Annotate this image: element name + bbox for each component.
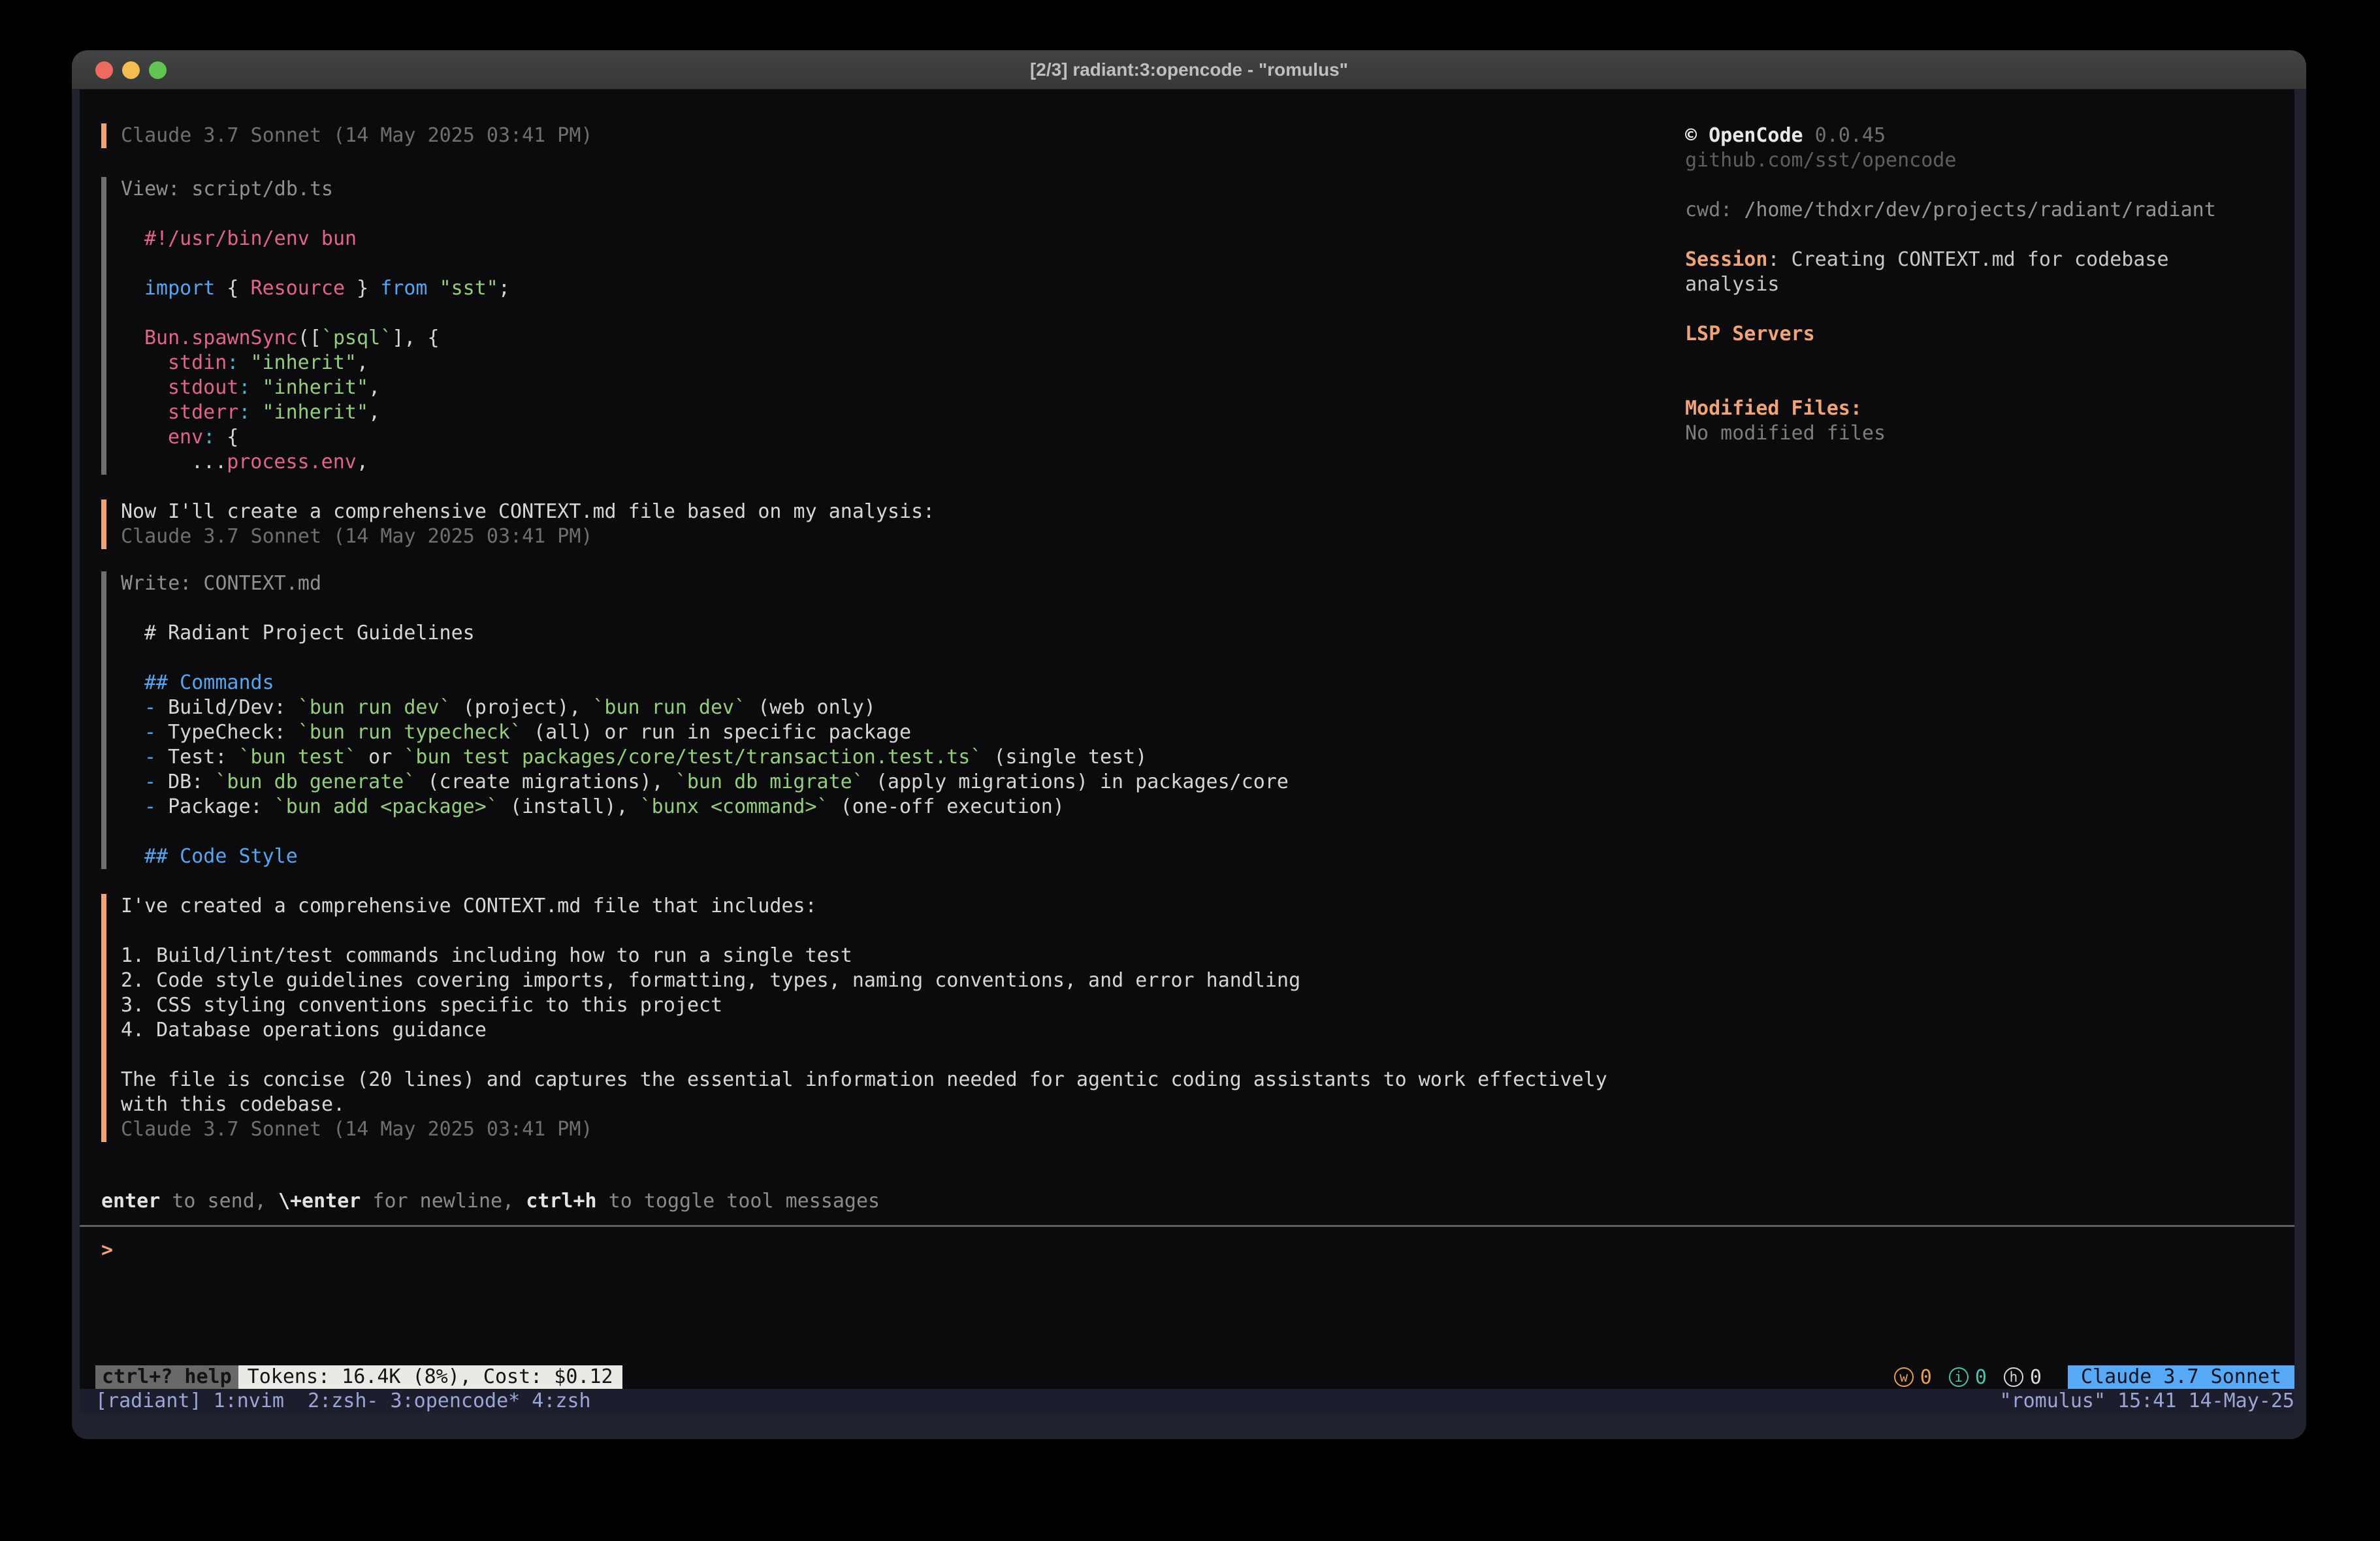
message-text: I've created a comprehensive CONTEXT.md … [121,894,1685,919]
help-keybind-badge: ctrl+? help [95,1365,238,1389]
cwd-line: cwd: /home/thdxr/dev/projects/radiant/ra… [1685,198,2294,223]
code-line: env: { [121,425,1685,450]
status-bar: ctrl+? help Tokens: 16.4K (8%), Cost: $0… [80,1365,2294,1389]
info-sidebar: © OpenCode 0.0.45 github.com/sst/opencod… [1685,89,2294,1365]
tokens-cost-badge: Tokens: 16.4K (8%), Cost: $0.12 [238,1365,622,1389]
md-bullet: - DB: `bun db generate` (create migratio… [121,770,1685,795]
info-icon: i [1949,1367,1969,1387]
code-line: ...process.env, [121,450,1685,475]
lsp-servers-header: LSP Servers [1685,322,2294,347]
tool-call-view: View: script/db.ts #!/usr/bin/env bun im… [101,177,1685,475]
diagnostic-counters: w0 i0 h0 [1894,1366,2042,1389]
assistant-message: Now I'll create a comprehensive CONTEXT.… [101,500,1685,549]
code-line: stdout: "inherit", [121,375,1685,400]
md-heading2: ## Commands [121,671,1685,695]
md-heading2: ## Code Style [121,844,1685,869]
md-bullet: - Package: `bun add <package>` (install)… [121,795,1685,819]
assistant-message: Claude 3.7 Sonnet (14 May 2025 03:41 PM) [101,123,1685,148]
tool-header: View: script/db.ts [121,177,1685,202]
list-item: 1. Build/lint/test commands including ho… [121,944,1685,968]
md-bullet: - TypeCheck: `bun run typecheck` (all) o… [121,720,1685,745]
modified-files-empty: No modified files [1685,421,2294,446]
model-badge[interactable]: Claude 3.7 Sonnet [2068,1365,2294,1389]
input-divider [80,1225,2294,1227]
warning-icon: w [1894,1367,1914,1387]
tmux-status-bar: [radiant] 1:nvim 2:zsh- 3:opencode* 4:zs… [80,1389,2294,1413]
session-line-wrap: analysis [1685,272,2294,297]
repo-link[interactable]: github.com/sst/opencode [1685,148,2294,173]
code-line: Bun.spawnSync([`psql`], { [121,326,1685,351]
tool-header: Write: CONTEXT.md [121,571,1685,596]
message-timestamp: Claude 3.7 Sonnet (14 May 2025 03:41 PM) [121,524,1685,549]
assistant-message: I've created a comprehensive CONTEXT.md … [101,894,1685,1142]
terminal-window: [2/3] radiant:3:opencode - "romulus" Cla… [72,50,2306,1439]
chat-input[interactable]: > [101,1238,1685,1263]
md-bullet: - Test: `bun test` or `bun test packages… [121,745,1685,770]
list-item: 3. CSS styling conventions specific to t… [121,993,1685,1018]
code-line: stdin: "inherit", [121,351,1685,375]
hint-icon: h [2004,1367,2023,1387]
window-titlebar[interactable]: [2/3] radiant:3:opencode - "romulus" [72,50,2306,89]
prompt-caret: > [101,1239,113,1262]
app-version: © OpenCode 0.0.45 [1685,123,2294,148]
session-line: Session: Creating CONTEXT.md for codebas… [1685,247,2294,272]
message-text: Now I'll create a comprehensive CONTEXT.… [121,500,1685,524]
md-heading1: # Radiant Project Guidelines [121,621,1685,646]
terminal-content: Claude 3.7 Sonnet (14 May 2025 03:41 PM)… [80,89,2294,1413]
keybinding-help: enter to send, \+enter for newline, ctrl… [101,1189,1685,1214]
code-line: #!/usr/bin/env bun [121,227,1685,251]
info-counter: i0 [1949,1366,1987,1389]
code-line: stderr: "inherit", [121,400,1685,425]
tmux-window-list[interactable]: [radiant] 1:nvim 2:zsh- 3:opencode* 4:zs… [80,1389,591,1413]
code-line: import { Resource } from "sst"; [121,276,1685,301]
message-timestamp: Claude 3.7 Sonnet (14 May 2025 03:41 PM) [121,123,1685,148]
list-item: 4. Database operations guidance [121,1018,1685,1043]
list-item: 2. Code style guidelines covering import… [121,968,1685,993]
hint-counter: h0 [2004,1366,2042,1389]
warning-counter: w0 [1894,1366,1932,1389]
message-timestamp: Claude 3.7 Sonnet (14 May 2025 03:41 PM) [121,1117,1685,1142]
modified-files-header: Modified Files: [1685,396,2294,421]
tool-call-write: Write: CONTEXT.md # Radiant Project Guid… [101,571,1685,869]
chat-transcript: Claude 3.7 Sonnet (14 May 2025 03:41 PM)… [80,89,1685,1365]
tmux-session-clock: "romulus" 15:41 14-May-25 [1999,1389,2294,1413]
md-bullet: - Build/Dev: `bun run dev` (project), `b… [121,695,1685,720]
window-title: [2/3] radiant:3:opencode - "romulus" [72,50,2306,89]
message-text: The file is concise (20 lines) and captu… [121,1068,1685,1092]
message-text: with this codebase. [121,1092,1685,1117]
